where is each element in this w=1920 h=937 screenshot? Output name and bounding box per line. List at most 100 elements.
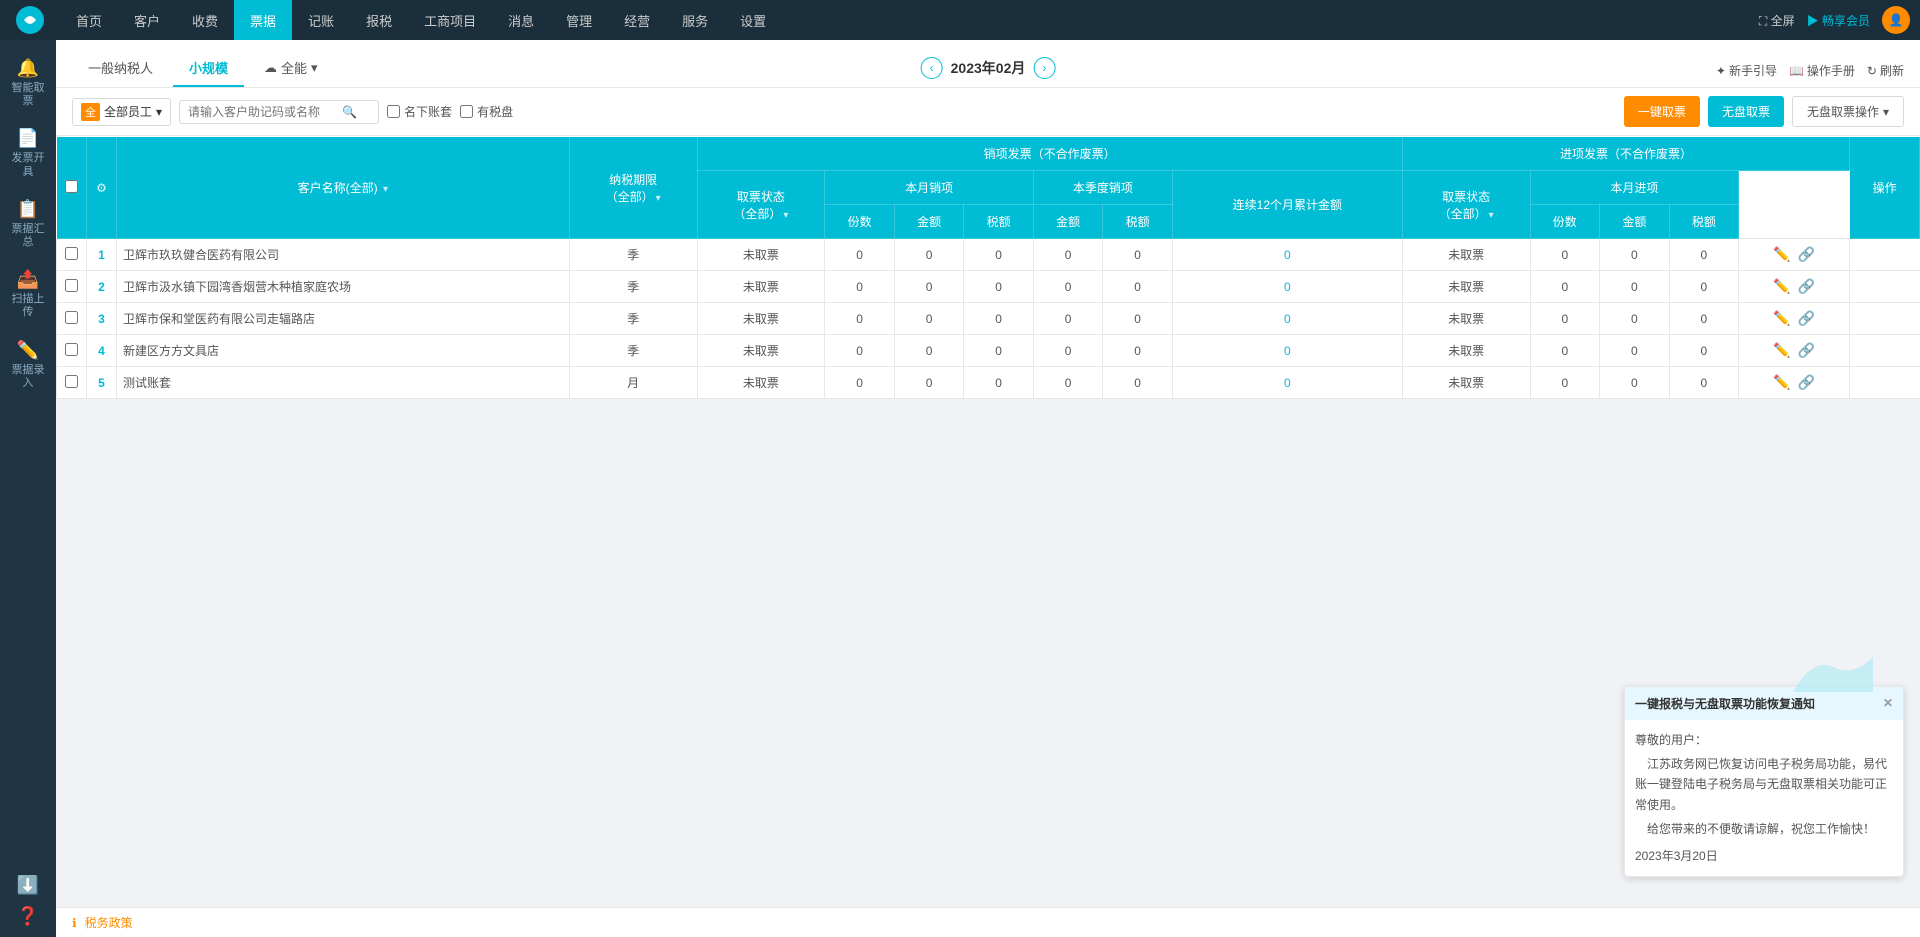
tab-small-scale[interactable]: 小规模 (173, 50, 244, 87)
vip-btn[interactable]: ▶ 畅享会员 (1807, 12, 1870, 29)
tax-disk-checkbox[interactable] (460, 105, 473, 118)
nav-item-tax[interactable]: 报税 (350, 0, 408, 40)
sidebar-question-icon[interactable]: ❓ (17, 906, 39, 927)
th-customer-name: 客户名称(全部) ▾ (117, 137, 570, 239)
sidebar-item-invoice-summary[interactable]: 📋 票据汇总 (3, 191, 53, 257)
notification-panel: 一键报税与无盘取票功能恢复通知 ✕ 尊敬的用户： 江苏政务网已恢复访问电子税务局… (1624, 686, 1904, 877)
period-text: 2023年02月 (951, 58, 1026, 78)
view-icon[interactable]: 🔗 (1798, 374, 1815, 390)
settings-icon[interactable]: ⚙ (96, 181, 107, 195)
row-checkbox[interactable] (65, 279, 78, 292)
name-account-checkbox[interactable] (387, 105, 400, 118)
row-input-monthly-tax: 0 (1669, 303, 1739, 335)
quick-fetch-button[interactable]: 一键取票 (1624, 96, 1700, 127)
view-icon[interactable]: 🔗 (1798, 310, 1815, 326)
sidebar-item-invoice-issue[interactable]: 📄 发票开具 (3, 120, 53, 186)
beginner-guide-btn[interactable]: ✦ 新手引导 (1716, 62, 1777, 79)
row-checkbox[interactable] (65, 375, 78, 388)
row-sales-monthly-tax: 0 (964, 367, 1034, 399)
tax-disk-filter[interactable]: 有税盘 (460, 103, 513, 120)
row-sales-quarterly-tax: 0 (1103, 303, 1173, 335)
row-input-monthly-tax: 0 (1669, 271, 1739, 303)
close-icon[interactable]: ✕ (1883, 696, 1893, 710)
row-input-status: 未取票 (1402, 367, 1530, 399)
row-input-monthly-tax: 0 (1669, 367, 1739, 399)
th-sales-monthly: 本月销项 (825, 171, 1034, 205)
edit-icon[interactable]: ✏️ (1773, 278, 1790, 294)
avatar[interactable]: 👤 (1882, 6, 1910, 34)
refresh-btn[interactable]: ↻ 刷新 (1867, 62, 1904, 79)
status-bar: ℹ 税务政策 (56, 907, 1920, 937)
row-checkbox[interactable] (65, 343, 78, 356)
sales-12m-link[interactable]: 0 (1284, 344, 1291, 358)
nav-item-customer[interactable]: 客户 (118, 0, 176, 40)
sidebar-item-invoice-entry[interactable]: ✏️ 票据录入 (3, 332, 53, 398)
nav-item-fee[interactable]: 收费 (176, 0, 234, 40)
no-disk-fetch-button[interactable]: 无盘取票 (1708, 96, 1784, 127)
row-input-status: 未取票 (1402, 239, 1530, 271)
search-icon[interactable]: 🔍 (342, 105, 357, 119)
row-sales-monthly-count: 0 (825, 335, 895, 367)
th-input-monthly-tax: 税额 (1669, 205, 1739, 239)
tax-policy-link[interactable]: 税务政策 (85, 914, 133, 931)
view-icon[interactable]: 🔗 (1798, 246, 1815, 262)
period-nav: ‹ 2023年02月 › (921, 57, 1056, 79)
row-index: 5 (87, 367, 117, 399)
employee-filter[interactable]: 全 全部员工 ▾ (72, 98, 171, 126)
edit-icon[interactable]: ✏️ (1773, 246, 1790, 262)
nav-item-message[interactable]: 消息 (492, 0, 550, 40)
row-sales-12m: 0 (1172, 271, 1402, 303)
sidebar-item-smart-fetch[interactable]: 🔔 智能取票 (3, 50, 53, 116)
row-customer-name: 卫辉市保和堂医药有限公司走辐路店 (117, 303, 570, 335)
edit-icon[interactable]: ✏️ (1773, 342, 1790, 358)
row-input-status: 未取票 (1402, 335, 1530, 367)
table-row: 3 卫辉市保和堂医药有限公司走辐路店 季 未取票 0 0 0 0 0 0 未取票… (57, 303, 1920, 335)
period-prev-btn[interactable]: ‹ (921, 57, 943, 79)
edit-icon[interactable]: ✏️ (1773, 310, 1790, 326)
manual-btn[interactable]: 📖 操作手册 (1789, 62, 1855, 79)
row-sales-quarterly-amount: 0 (1033, 367, 1103, 399)
row-index: 3 (87, 303, 117, 335)
th-action: 操作 (1850, 137, 1920, 239)
row-customer-name: 新建区方方文具店 (117, 335, 570, 367)
view-icon[interactable]: 🔗 (1798, 278, 1815, 294)
th-input-status: 取票状态（全部）▾ (1402, 171, 1530, 239)
name-account-filter[interactable]: 名下账套 (387, 103, 452, 120)
sidebar-item-scan-upload[interactable]: 📤 扫描上传 (3, 261, 53, 327)
row-sales-monthly-tax: 0 (964, 271, 1034, 303)
toolbar-right: 一键取票 无盘取票 无盘取票操作 ▾ (1624, 96, 1904, 127)
sales-12m-link[interactable]: 0 (1284, 248, 1291, 262)
nav-item-settings[interactable]: 设置 (724, 0, 782, 40)
th-checkbox (57, 137, 87, 239)
row-input-monthly-count: 0 (1530, 303, 1600, 335)
nav-item-business[interactable]: 工商项目 (408, 0, 492, 40)
employee-tag: 全 (81, 103, 100, 121)
row-checkbox[interactable] (65, 311, 78, 324)
tab-all-capable[interactable]: ☁ 全能 ▾ (248, 50, 334, 87)
period-next-btn[interactable]: › (1033, 57, 1055, 79)
nav-item-manage[interactable]: 管理 (550, 0, 608, 40)
sales-12m-link[interactable]: 0 (1284, 376, 1291, 390)
tab-general-taxpayer[interactable]: 一般纳税人 (72, 50, 169, 87)
th-input-monthly: 本月进项 (1530, 171, 1739, 205)
view-icon[interactable]: 🔗 (1798, 342, 1815, 358)
nav-item-invoice[interactable]: 票据 (234, 0, 292, 40)
nav-item-service[interactable]: 服务 (666, 0, 724, 40)
no-disk-ops-button[interactable]: 无盘取票操作 ▾ (1792, 96, 1904, 127)
sales-12m-link[interactable]: 0 (1284, 280, 1291, 294)
row-sales-monthly-count: 0 (825, 239, 895, 271)
th-sales-quarterly-amount: 金额 (1033, 205, 1103, 239)
row-sales-monthly-tax: 0 (964, 335, 1034, 367)
edit-icon[interactable]: ✏️ (1773, 374, 1790, 390)
sales-12m-link[interactable]: 0 (1284, 312, 1291, 326)
search-input[interactable] (188, 105, 338, 119)
nav-item-bookkeeping[interactable]: 记账 (292, 0, 350, 40)
row-checkbox-cell (57, 335, 87, 367)
row-checkbox[interactable] (65, 247, 78, 260)
select-all-checkbox[interactable] (65, 180, 78, 193)
nav-item-home[interactable]: 首页 (60, 0, 118, 40)
sidebar-download-icon[interactable]: ⬇️ (17, 875, 39, 896)
row-input-monthly-amount: 0 (1600, 335, 1670, 367)
fullscreen-btn[interactable]: ⛶ 全屏 (1759, 12, 1795, 29)
nav-item-operation[interactable]: 经营 (608, 0, 666, 40)
